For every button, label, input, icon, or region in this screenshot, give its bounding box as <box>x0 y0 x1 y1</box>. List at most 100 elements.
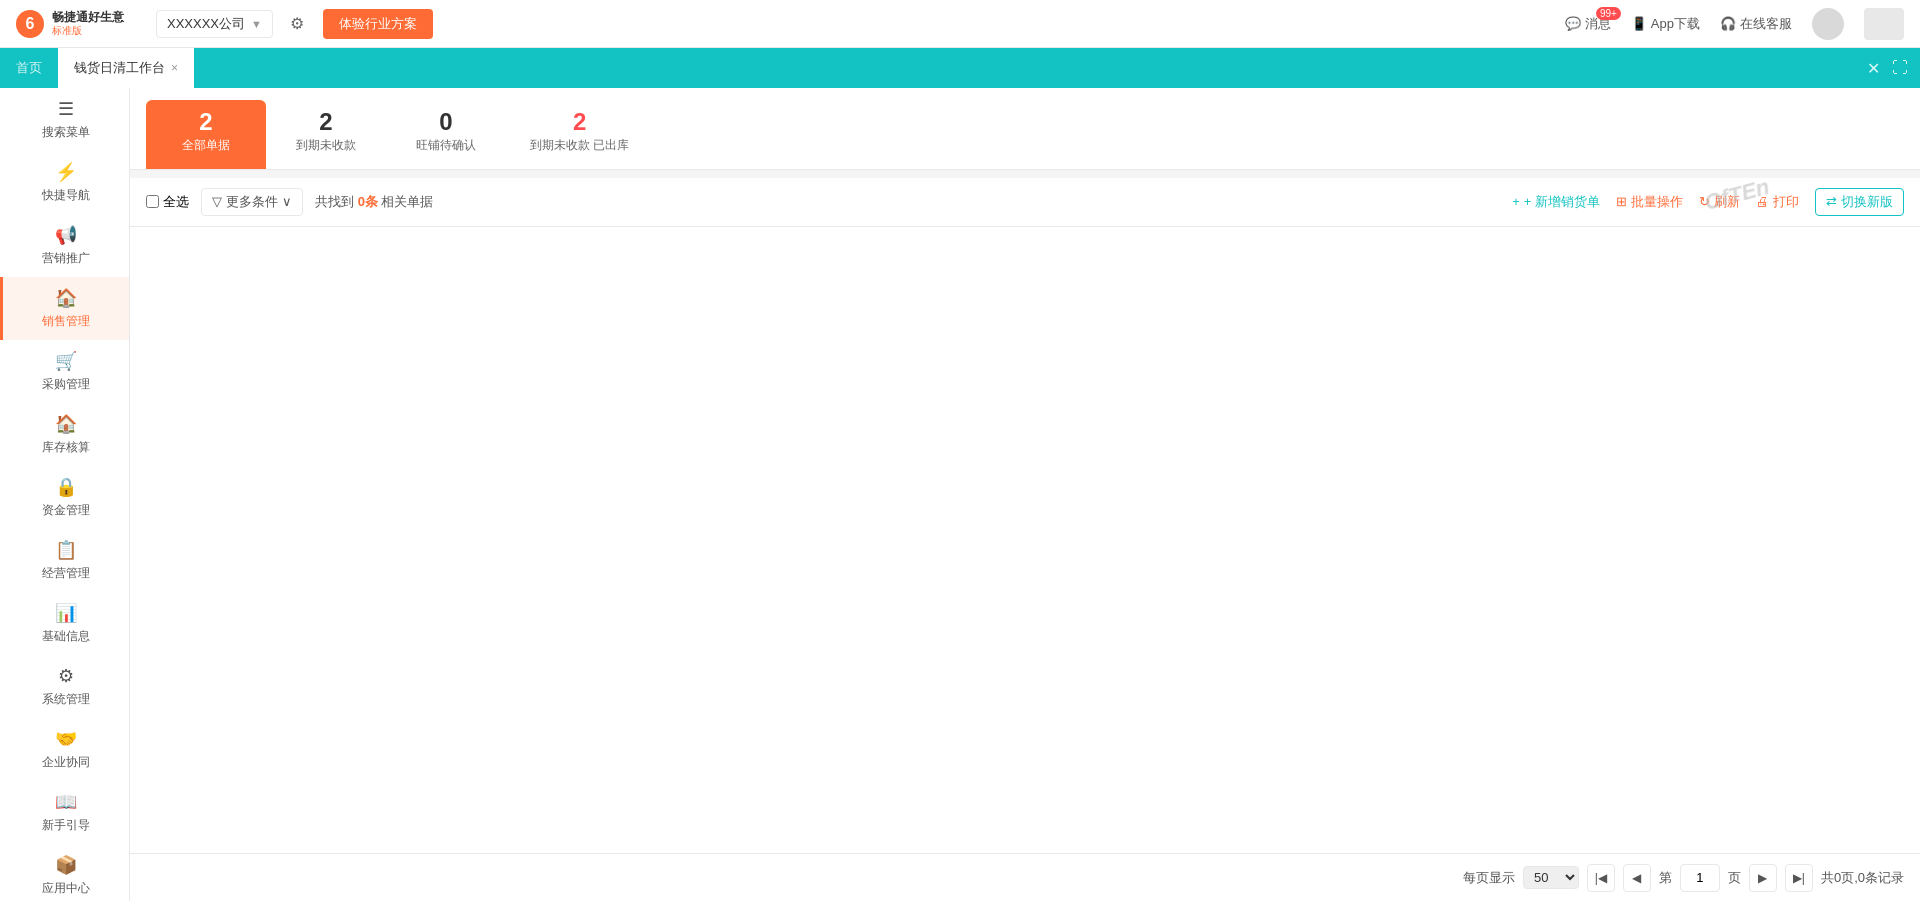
company-name: XXXXXX公司 <box>167 15 245 33</box>
message-button[interactable]: 💬 消息 99+ <box>1565 15 1611 33</box>
header-right: 💬 消息 99+ 📱 App下载 🎧 在线客服 <box>1565 8 1904 40</box>
stat-tab-all[interactable]: 2 全部单据 <box>146 100 266 169</box>
found-suffix: 相关单据 <box>381 194 433 209</box>
filter-label: 更多条件 <box>226 193 278 211</box>
user-menu[interactable] <box>1864 8 1904 40</box>
sidebar-item-operations[interactable]: 📋 经营管理 <box>0 529 129 592</box>
sidebar-operations-label: 经营管理 <box>42 565 90 582</box>
print-button[interactable]: 🖨 打印 <box>1756 193 1799 211</box>
tab-home-label: 首页 <box>16 59 42 77</box>
pagination-bar: 每页显示 50 20 100 |◀ ◀ 第 页 ▶ ▶| 共0页,0条记录 <box>130 853 1920 901</box>
first-page-button[interactable]: |◀ <box>1587 864 1615 892</box>
sidebar-marketing-label: 营销推广 <box>42 250 90 267</box>
sidebar-search-label: 搜索菜单 <box>42 124 90 141</box>
table-empty-message <box>130 227 1920 728</box>
batch-action-button[interactable]: ⊞ 批量操作 <box>1616 193 1683 211</box>
online-service-button[interactable]: 🎧 在线客服 <box>1720 15 1792 33</box>
prev-page-button[interactable]: ◀ <box>1623 864 1651 892</box>
sidebar-item-sales[interactable]: 🏠 销售管理 <box>0 277 129 340</box>
tab-home[interactable]: 首页 <box>0 48 58 88</box>
search-menu-icon: ☰ <box>58 98 74 120</box>
filter-arrow-icon: ∨ <box>282 194 292 209</box>
company-dropdown-arrow: ▼ <box>251 18 262 30</box>
tab-maximize-icon[interactable]: ⛶ <box>1892 59 1908 77</box>
sidebar-item-quick-nav[interactable]: ⚡ 快捷导航 <box>0 151 129 214</box>
inventory-icon: 🏠 <box>55 413 77 435</box>
sidebar-inventory-label: 库存核算 <box>42 439 90 456</box>
message-badge: 99+ <box>1596 7 1621 20</box>
app-download-icon: 📱 <box>1631 16 1647 31</box>
sidebar-item-marketing[interactable]: 📢 营销推广 <box>0 214 129 277</box>
logo-icon: 6 <box>16 10 44 38</box>
basic-info-icon: 📊 <box>55 602 77 624</box>
sidebar-app-center-label: 应用中心 <box>42 880 90 897</box>
filter-button[interactable]: ▽ 更多条件 ∨ <box>201 188 303 216</box>
add-icon: + <box>1512 194 1520 209</box>
logo-title: 畅捷通好生意 <box>52 10 124 24</box>
stat-all-label: 全部单据 <box>182 137 230 154</box>
top-header: 6 畅捷通好生意 标准版 XXXXXX公司 ▼ ⚙ 体验行业方案 💬 消息 99… <box>0 0 1920 48</box>
stat-tab-pending[interactable]: 0 旺铺待确认 <box>386 100 506 169</box>
tab-bar-right: ✕ ⛶ <box>1867 59 1920 78</box>
app-center-icon: 📦 <box>55 854 77 876</box>
industry-button[interactable]: 体验行业方案 <box>323 9 433 39</box>
toolbar-right: + + 新增销货单 ⊞ 批量操作 ↻ 刷新 🖨 打印 ⇄ 切换新版 <box>1512 188 1904 216</box>
tab-work-bench[interactable]: 钱货日清工作台 × <box>58 48 194 88</box>
service-icon: 🎧 <box>1720 16 1736 31</box>
print-label: 打印 <box>1773 193 1799 211</box>
stats-tabs: 2 全部单据 2 到期未收款 0 旺铺待确认 2 到期未收款 已出库 <box>130 88 1920 170</box>
switch-icon: ⇄ <box>1826 194 1837 209</box>
sidebar-item-basic-info[interactable]: 📊 基础信息 <box>0 592 129 655</box>
batch-icon: ⊞ <box>1616 194 1627 209</box>
sidebar-item-finance[interactable]: 🔒 资金管理 <box>0 466 129 529</box>
gear-icon: ⚙ <box>290 14 304 33</box>
app-download-label: App下载 <box>1651 15 1700 33</box>
avatar[interactable] <box>1812 8 1844 40</box>
guide-icon: 📖 <box>55 791 77 813</box>
add-label: + 新增销货单 <box>1524 193 1600 211</box>
settings-button[interactable]: ⚙ <box>281 8 313 40</box>
finance-icon: 🔒 <box>55 476 77 498</box>
select-all-input[interactable] <box>146 195 159 208</box>
tab-close-window-icon[interactable]: ✕ <box>1867 59 1880 78</box>
stat-tab-overdue[interactable]: 2 到期未收款 <box>266 100 386 169</box>
logo-text: 畅捷通好生意 标准版 <box>52 10 124 36</box>
online-service-label: 在线客服 <box>1740 15 1792 33</box>
stat-shipped-num: 2 <box>573 108 586 137</box>
app-download-button[interactable]: 📱 App下载 <box>1631 15 1700 33</box>
stat-pending-label: 旺铺待确认 <box>416 137 476 154</box>
sidebar-item-enterprise[interactable]: 🤝 企业协同 <box>0 718 129 781</box>
stat-pending-num: 0 <box>439 108 452 137</box>
stat-all-num: 2 <box>199 108 212 137</box>
per-page-select[interactable]: 50 20 100 <box>1523 866 1579 889</box>
next-page-button[interactable]: ▶ <box>1749 864 1777 892</box>
company-selector[interactable]: XXXXXX公司 ▼ <box>156 10 273 38</box>
enterprise-icon: 🤝 <box>55 728 77 750</box>
sidebar-item-app-center[interactable]: 📦 应用中心 <box>0 844 129 901</box>
refresh-label: 刷新 <box>1714 193 1740 211</box>
sidebar-item-inventory[interactable]: 🏠 库存核算 <box>0 403 129 466</box>
logo-area: 6 畅捷通好生意 标准版 <box>16 10 146 38</box>
stat-tab-shipped[interactable]: 2 到期未收款 已出库 <box>506 100 653 169</box>
quick-nav-icon: ⚡ <box>55 161 77 183</box>
sidebar-item-guide[interactable]: 📖 新手引导 <box>0 781 129 844</box>
tab-work-bench-label: 钱货日清工作台 <box>74 59 165 77</box>
purchase-icon: 🛒 <box>55 350 77 372</box>
page-number-input[interactable] <box>1680 864 1720 892</box>
page-suffix-label: 页 <box>1728 869 1741 887</box>
add-sales-order-button[interactable]: + + 新增销货单 <box>1512 193 1600 211</box>
content-area: 2 全部单据 2 到期未收款 0 旺铺待确认 2 到期未收款 已出库 全选 <box>130 88 1920 901</box>
select-all-checkbox[interactable]: 全选 <box>146 193 189 211</box>
main-layout: ☰ 搜索菜单 ⚡ 快捷导航 📢 营销推广 🏠 销售管理 🛒 采购管理 🏠 库存核… <box>0 88 1920 901</box>
found-prefix: 共找到 <box>315 194 354 209</box>
sidebar-item-system[interactable]: ⚙ 系统管理 <box>0 655 129 718</box>
page-label: 第 <box>1659 869 1672 887</box>
refresh-button[interactable]: ↻ 刷新 <box>1699 193 1740 211</box>
switch-version-button[interactable]: ⇄ 切换新版 <box>1815 188 1904 216</box>
stat-overdue-label: 到期未收款 <box>296 137 356 154</box>
sidebar-item-search[interactable]: ☰ 搜索菜单 <box>0 88 129 151</box>
sidebar-quick-nav-label: 快捷导航 <box>42 187 90 204</box>
tab-close-icon[interactable]: × <box>171 61 178 75</box>
sidebar-item-purchase[interactable]: 🛒 采购管理 <box>0 340 129 403</box>
last-page-button[interactable]: ▶| <box>1785 864 1813 892</box>
